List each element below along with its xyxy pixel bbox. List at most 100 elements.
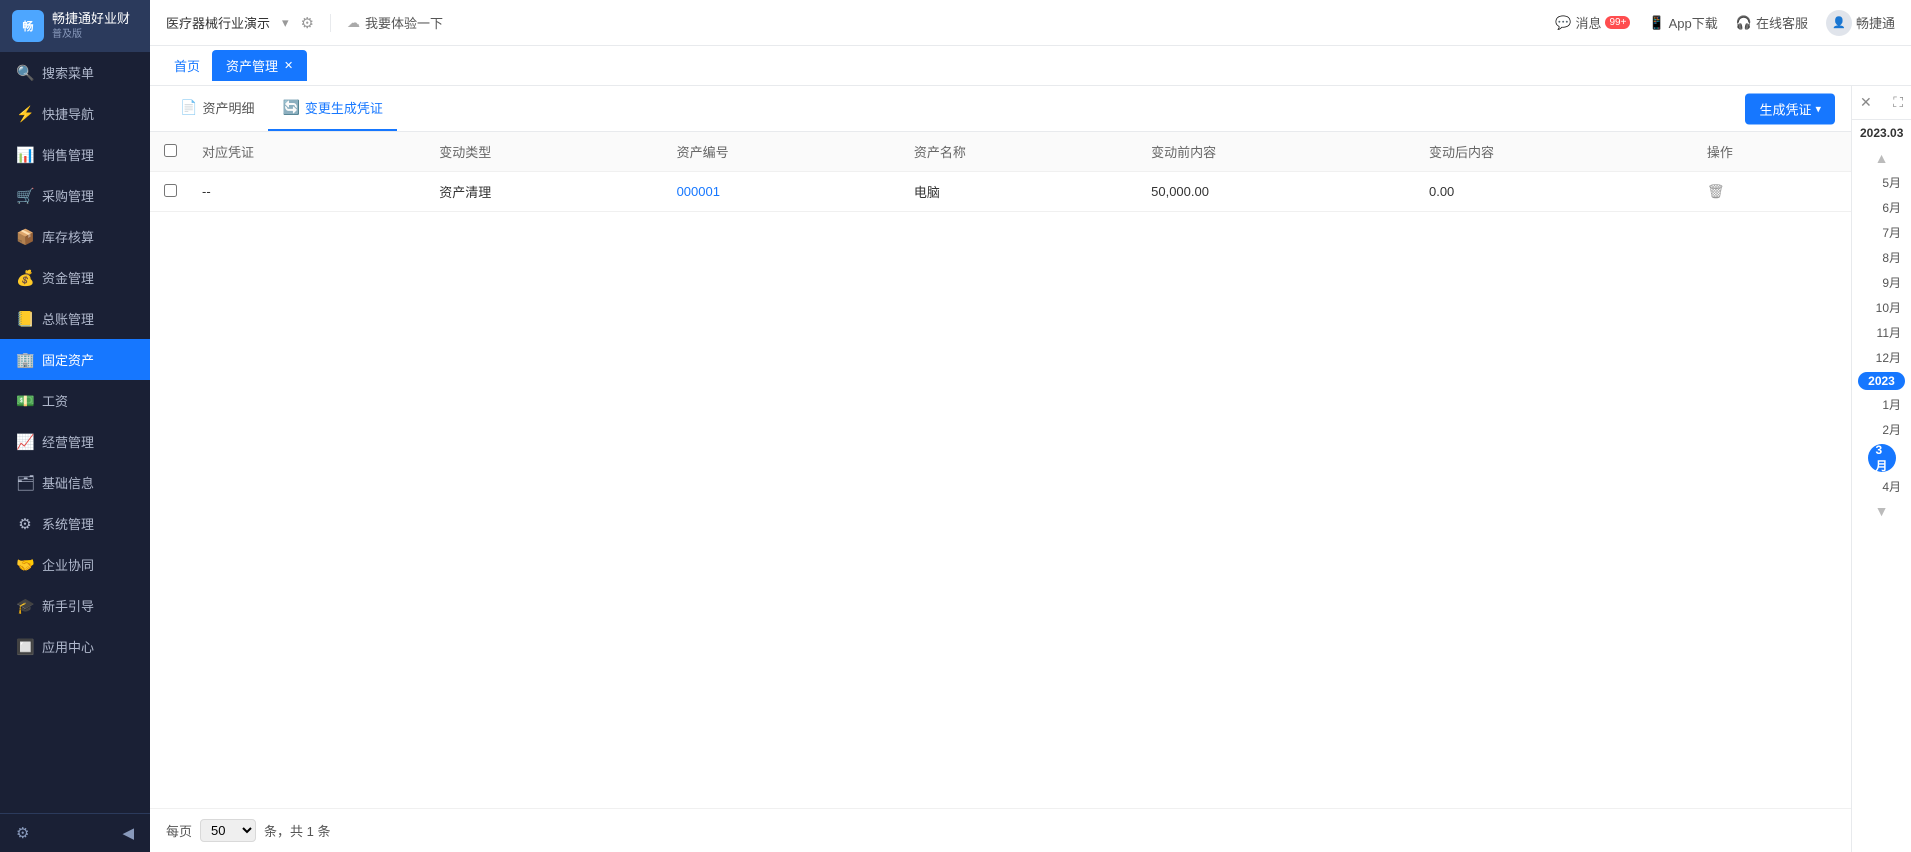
sidebar-item-purchase[interactable]: 🛒 采购管理 — [0, 175, 150, 216]
month-9[interactable]: 9月 — [1852, 270, 1911, 295]
generate-voucher-button[interactable]: 生成凭证 ▾ — [1745, 93, 1835, 124]
sidebar-item-label: 搜索菜单 — [42, 63, 94, 82]
assets-icon: 🏢 — [16, 351, 34, 369]
sidebar-item-inventory[interactable]: 📦 库存核算 — [0, 216, 150, 257]
month-8[interactable]: 8月 — [1852, 245, 1911, 270]
sales-icon: 📊 — [16, 146, 34, 164]
total-label: 条，共 1 条 — [264, 821, 330, 840]
funds-icon: 💰 — [16, 269, 34, 287]
sidebar-item-funds[interactable]: 💰 资金管理 — [0, 257, 150, 298]
month-2[interactable]: 2月 — [1852, 417, 1911, 442]
settings-icon[interactable]: ⚙ — [16, 824, 29, 842]
month-5[interactable]: 5月 — [1852, 170, 1911, 195]
panel-expand-icon[interactable]: ⛶ — [1893, 94, 1903, 111]
sidebar-item-label: 总账管理 — [42, 309, 94, 328]
sidebar-menu: 🔍 搜索菜单 ⚡ 快捷导航 📊 销售管理 🛒 采购管理 📦 库存核算 💰 资金管… — [0, 52, 150, 813]
sidebar-item-quicknav[interactable]: ⚡ 快捷导航 — [0, 93, 150, 134]
row-before: 50,000.00 — [1139, 172, 1417, 212]
sidebar-item-label: 企业协同 — [42, 555, 94, 574]
service-btn[interactable]: 🎧 在线客服 — [1736, 13, 1808, 32]
tab-assets[interactable]: 资产管理 ✕ — [212, 50, 307, 81]
month-10[interactable]: 10月 — [1852, 295, 1911, 320]
sidebar-item-label: 采购管理 — [42, 186, 94, 205]
settings-gear-icon[interactable]: ⚙ — [301, 14, 314, 32]
purchase-icon: 🛒 — [16, 187, 34, 205]
messages-label: 消息 — [1575, 13, 1601, 32]
collapse-icon[interactable]: ◀ — [122, 824, 134, 842]
main-area: 医疗器械行业演示 ▾ ⚙ ☁ 我要体验一下 💬 消息 99+ 📱 App下载 🎧… — [150, 0, 1911, 852]
salary-icon: 💵 — [16, 392, 34, 410]
service-label: 在线客服 — [1756, 13, 1808, 32]
sidebar-item-label: 工资 — [42, 391, 68, 410]
content-area: 📄 资产明细 🔄 变更生成凭证 生成凭证 ▾ — [150, 86, 1911, 852]
year-2023-label[interactable]: 2023 — [1858, 372, 1905, 390]
tabbar: 首页 资产管理 ✕ — [150, 46, 1911, 86]
row-asset-no[interactable]: 000001 — [665, 172, 902, 212]
month-12[interactable]: 12月 — [1852, 345, 1911, 370]
col-after: 变动后内容 — [1417, 132, 1695, 172]
scroll-down-icon[interactable]: ▼ — [1852, 499, 1911, 523]
sub-tabbar: 📄 资产明细 🔄 变更生成凭证 生成凭证 ▾ — [150, 86, 1851, 132]
month-7[interactable]: 7月 — [1852, 220, 1911, 245]
operations-icon: 📈 — [16, 433, 34, 451]
sub-tab-generate-voucher[interactable]: 🔄 变更生成凭证 — [268, 86, 396, 131]
collab-icon: 🤝 — [16, 556, 34, 574]
month-1[interactable]: 1月 — [1852, 392, 1911, 417]
sub-tab-assets-detail[interactable]: 📄 资产明细 — [166, 86, 268, 131]
sub-tab-label2: 变更生成凭证 — [305, 98, 383, 117]
app-icon: 📱 — [1648, 15, 1664, 31]
month-4[interactable]: 4月 — [1852, 474, 1911, 499]
sidebar-item-basic[interactable]: 🗂 基础信息 — [0, 462, 150, 503]
right-panel-header: ✕ ⛶ — [1852, 86, 1911, 120]
row-change-type: 资产清理 — [427, 172, 664, 212]
sidebar-item-label: 库存核算 — [42, 227, 94, 246]
sidebar-item-salary[interactable]: 💵 工资 — [0, 380, 150, 421]
table-wrap: 对应凭证 变动类型 资产编号 资产名称 — [150, 132, 1851, 808]
voucher-icon: 🔄 — [282, 99, 299, 116]
sidebar-item-label: 基础信息 — [42, 473, 94, 492]
divider — [330, 14, 331, 32]
guide-icon: 🎓 — [16, 597, 34, 615]
appstore-icon: 🔲 — [16, 638, 34, 656]
month-3-active[interactable]: 3月 — [1868, 444, 1896, 472]
tab-close-icon[interactable]: ✕ — [284, 59, 293, 72]
col-asset-name: 资产名称 — [902, 132, 1139, 172]
per-page-label: 每页 — [166, 821, 192, 840]
sidebar-item-ledger[interactable]: 📒 总账管理 — [0, 298, 150, 339]
per-page-select[interactable]: 50 10 20 100 — [200, 819, 256, 842]
avatar: 👤 — [1826, 10, 1852, 36]
sidebar-item-operations[interactable]: 📈 经营管理 — [0, 421, 150, 462]
messages-btn[interactable]: 💬 消息 99+ — [1555, 13, 1630, 32]
user-btn[interactable]: 👤 畅捷通 — [1826, 10, 1895, 36]
company-dropdown-icon[interactable]: ▾ — [282, 15, 289, 31]
select-all-checkbox[interactable] — [164, 144, 177, 157]
col-asset-no: 资产编号 — [665, 132, 902, 172]
row-action: 🗑 — [1695, 172, 1851, 212]
generate-btn-label: 生成凭证 — [1759, 99, 1811, 118]
pagination-bar: 每页 50 10 20 100 条，共 1 条 — [150, 808, 1851, 852]
logo-icon: 畅 — [12, 10, 44, 42]
delete-icon[interactable]: 🗑 — [1707, 183, 1725, 199]
month-11[interactable]: 11月 — [1852, 320, 1911, 345]
table-row: -- 资产清理 000001 电脑 — [150, 172, 1851, 212]
topbar-right: 💬 消息 99+ 📱 App下载 🎧 在线客服 👤 畅捷通 — [1555, 10, 1895, 36]
sidebar-item-sales[interactable]: 📊 销售管理 — [0, 134, 150, 175]
experience-btn[interactable]: ☁ 我要体验一下 — [347, 13, 443, 32]
sidebar: 畅 畅捷通好业财 普及版 🔍 搜索菜单 ⚡ 快捷导航 📊 销售管理 🛒 采购管理… — [0, 0, 150, 852]
sidebar-item-search[interactable]: 🔍 搜索菜单 — [0, 52, 150, 93]
row-voucher: -- — [190, 172, 427, 212]
company-name: 医疗器械行业演示 — [166, 13, 270, 32]
panel-close-icon[interactable]: ✕ — [1860, 94, 1872, 111]
messages-icon: 💬 — [1555, 15, 1571, 31]
sidebar-item-appstore[interactable]: 🔲 应用中心 — [0, 626, 150, 667]
sidebar-item-assets[interactable]: 🏢 固定资产 — [0, 339, 150, 380]
sidebar-item-collab[interactable]: 🤝 企业协同 — [0, 544, 150, 585]
sidebar-item-system[interactable]: ⚙ 系统管理 — [0, 503, 150, 544]
sidebar-item-label: 经营管理 — [42, 432, 94, 451]
tab-home[interactable]: 首页 — [166, 50, 208, 81]
month-6[interactable]: 6月 — [1852, 195, 1911, 220]
app-download-btn[interactable]: 📱 App下载 — [1648, 13, 1717, 32]
scroll-up-icon[interactable]: ▲ — [1852, 146, 1911, 170]
sidebar-item-guide[interactable]: 🎓 新手引导 — [0, 585, 150, 626]
row-checkbox[interactable] — [164, 184, 177, 197]
